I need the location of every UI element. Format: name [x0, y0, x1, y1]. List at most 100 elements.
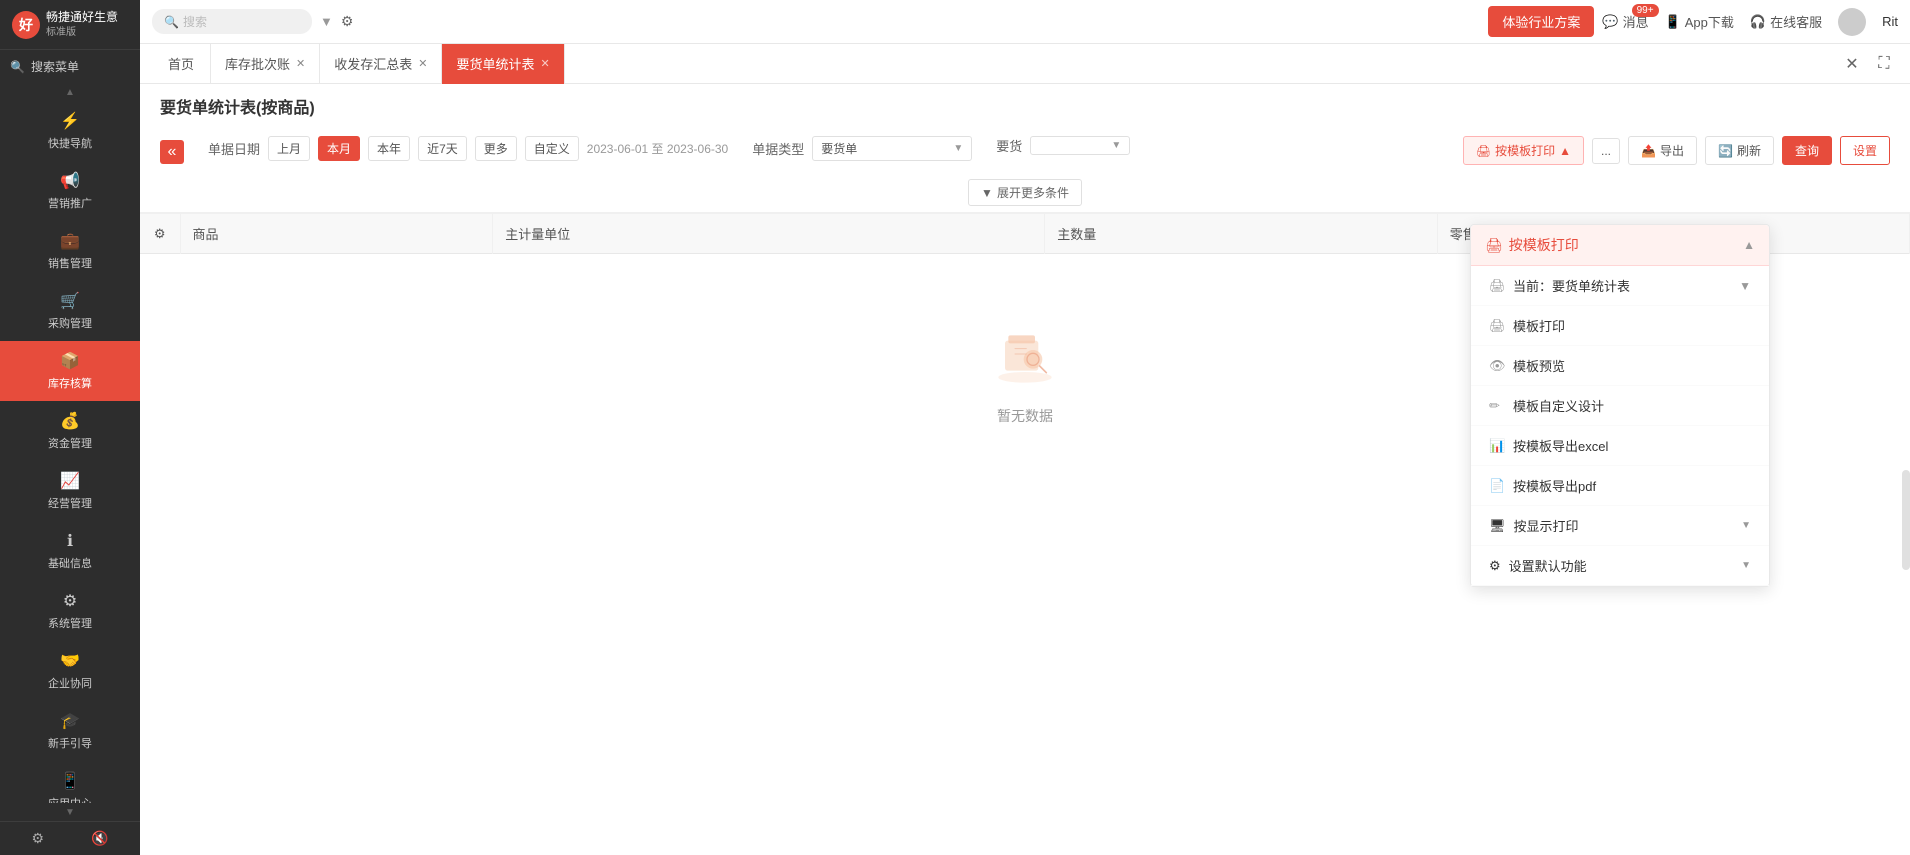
dropdown-current-item[interactable]: 🖨 当前：要货单统计表 ▼ [1471, 266, 1769, 306]
dropdown-item-label: 按模板导出excel [1513, 436, 1608, 455]
sidebar-item-purchase[interactable]: 🛒 采购管理 [0, 281, 140, 341]
topbar-gear-icon[interactable]: ⚙ [341, 13, 354, 30]
online-service-button[interactable]: 🎧 在线客服 [1750, 12, 1822, 31]
sidebar-item-label: 资金管理 [48, 435, 92, 451]
tab-close-icon[interactable]: ✕ [296, 57, 305, 70]
sidebar-item-label: 经营管理 [48, 495, 92, 511]
type-dropdown-text: 要货单 [821, 140, 857, 157]
finance-icon: 💰 [60, 411, 80, 431]
settings-col-icon[interactable]: ⚙ [154, 226, 166, 241]
topbar-search-placeholder: 搜索 [183, 13, 207, 30]
dropdown-item-set-default[interactable]: ⚙ 设置默认功能 ▼ [1471, 546, 1769, 586]
window-expand-button[interactable]: ⛶ [1870, 50, 1898, 78]
dropdown-item-export-excel[interactable]: 📊 按模板导出excel [1471, 426, 1769, 466]
purchase-icon: 🛒 [60, 291, 80, 311]
sidebar-item-label: 采购管理 [48, 315, 92, 331]
export-pdf-icon: 📄 [1489, 478, 1505, 494]
messages-button[interactable]: 💬 消息 99+ [1602, 12, 1648, 31]
print-arrow-icon: ▲ [1559, 144, 1571, 158]
col-quantity-label: 主数量 [1057, 227, 1096, 242]
sidebar-item-sales[interactable]: 💼 销售管理 [0, 221, 140, 281]
export-button[interactable]: 📤 导出 [1628, 136, 1697, 165]
dropdown-collapse-icon[interactable]: ▲ [1743, 238, 1755, 252]
date-btn-last-month[interactable]: 上月 [268, 136, 310, 161]
date-btn-current-month[interactable]: 本月 [318, 136, 360, 161]
display-print-icon: 🖥 [1489, 518, 1506, 534]
more-actions-button[interactable]: ... [1592, 138, 1620, 164]
message-icon: 💬 [1602, 14, 1618, 30]
date-btn-more[interactable]: 更多 [475, 136, 517, 161]
refresh-btn-label: 刷新 [1737, 142, 1761, 159]
dropdown-item-display-print[interactable]: 🖥 按显示打印 ▼ [1471, 506, 1769, 546]
date-filter-group: 单据日期 上月 本月 本年 近7天 更多 自定义 2023-06-01 至 20… [208, 136, 728, 161]
sidebar-search-item[interactable]: 🔍 搜索菜单 [0, 50, 140, 83]
sidebar-item-enterprise[interactable]: 🤝 企业协同 [0, 641, 140, 701]
sidebar-item-quick-nav[interactable]: ⚡ 快捷导航 [0, 101, 140, 161]
tab-stock-summary[interactable]: 收发存汇总表 ✕ [320, 44, 442, 84]
export-icon: 📤 [1641, 144, 1656, 158]
right-scrollbar[interactable] [1902, 470, 1910, 570]
date-filter-label: 单据日期 [208, 139, 260, 158]
expand-conditions-button[interactable]: ▼ 展开更多条件 [968, 179, 1082, 206]
setting-button[interactable]: 设置 [1840, 136, 1890, 165]
print-dropdown-menu: 🖨 按模板打印 ▲ 🖨 当前：要货单统计表 ▼ 🖨 模板打印 👁 模板 [1470, 224, 1770, 587]
req-goods-dropdown[interactable]: ▼ [1030, 136, 1130, 155]
sidebar-item-operations[interactable]: 📈 经营管理 [0, 461, 140, 521]
logo-text: 畅捷通好生意 标准版 [46, 10, 118, 39]
sound-bottom-icon[interactable]: 🔇 [91, 830, 108, 847]
sidebar-item-inventory[interactable]: 📦 库存核算 [0, 341, 140, 401]
template-design-icon: ✏ [1489, 398, 1505, 414]
tab-inventory-batch[interactable]: 库存批次账 ✕ [211, 44, 320, 84]
expand-icon: ▼ [981, 186, 993, 200]
dropdown-item-template-design[interactable]: ✏ 模板自定义设计 [1471, 386, 1769, 426]
sidebar-item-finance[interactable]: 💰 资金管理 [0, 401, 140, 461]
topbar-right: 💬 消息 99+ 📱 App下载 🎧 在线客服 Rit [1602, 8, 1898, 36]
type-filter-label: 单据类型 [752, 139, 804, 158]
tab-home[interactable]: 首页 [152, 44, 211, 84]
industry-solution-button[interactable]: 体验行业方案 [1488, 6, 1594, 37]
tab-close-icon[interactable]: ✕ [418, 57, 427, 70]
main-area: 🔍 搜索 ▼ ⚙ 体验行业方案 💬 消息 99+ 📱 App下载 🎧 在线客服 … [140, 0, 1910, 855]
window-close-button[interactable]: ✕ [1838, 50, 1866, 78]
date-btn-7days[interactable]: 近7天 [418, 136, 467, 161]
date-btn-custom[interactable]: 自定义 [525, 136, 579, 161]
empty-state-text: 暂无数据 [997, 406, 1053, 426]
dots-label: ... [1601, 144, 1611, 158]
set-default-left: ⚙ 设置默认功能 [1489, 556, 1587, 575]
col-unit-label: 主计量单位 [505, 227, 570, 242]
sidebar: 好 畅捷通好生意 标准版 🔍 搜索菜单 ▲ ⚡ 快捷导航 📢 营销推广 💼 销售… [0, 0, 140, 855]
sidebar-item-basic-info[interactable]: ℹ 基础信息 [0, 521, 140, 581]
print-template-button[interactable]: 🖨 按模板打印 ▲ [1463, 136, 1584, 165]
app-download-button[interactable]: 📱 App下载 [1665, 12, 1734, 31]
topbar-dropdown-icon[interactable]: ▼ [320, 14, 333, 29]
dropdown-item-export-pdf[interactable]: 📄 按模板导出pdf [1471, 466, 1769, 506]
tab-close-active-icon[interactable]: ✕ [541, 57, 550, 70]
app-center-icon: 📱 [60, 771, 80, 791]
sidebar-item-newbie[interactable]: 🎓 新手引导 [0, 701, 140, 761]
refresh-button[interactable]: 🔄 刷新 [1705, 136, 1774, 165]
query-button[interactable]: 查询 [1782, 136, 1832, 165]
settings-bottom-icon[interactable]: ⚙ [32, 830, 45, 847]
quick-nav-icon: ⚡ [60, 111, 80, 131]
page-content: 要货单统计表(按商品) « 单据日期 上月 本月 本年 近7天 更多 [140, 84, 1910, 855]
user-avatar[interactable] [1838, 8, 1866, 36]
set-default-label: 设置默认功能 [1509, 556, 1587, 575]
sidebar-item-system[interactable]: ⚙ 系统管理 [0, 581, 140, 641]
dropdown-item-template-print[interactable]: 🖨 模板打印 [1471, 306, 1769, 346]
col-checkbox[interactable]: ⚙ [140, 214, 180, 254]
collapse-toggle-button[interactable]: « [160, 140, 184, 164]
sidebar-item-app-center[interactable]: 📱 应用中心 [0, 761, 140, 803]
sidebar-scroll-up[interactable]: ▲ [0, 83, 140, 101]
export-btn-label: 导出 [1660, 142, 1684, 159]
topbar-search[interactable]: 🔍 搜索 [152, 9, 312, 34]
date-btn-current-year[interactable]: 本年 [368, 136, 410, 161]
expand-btn-label: 展开更多条件 [997, 184, 1069, 201]
dropdown-item-template-preview[interactable]: 👁 模板预览 [1471, 346, 1769, 386]
export-excel-icon: 📊 [1489, 438, 1505, 454]
tab-order-stats[interactable]: 要货单统计表 ✕ [442, 44, 564, 84]
col-product: 商品 [180, 214, 493, 254]
display-print-label: 按显示打印 [1514, 516, 1579, 535]
type-dropdown[interactable]: 要货单 ▼ [812, 136, 972, 161]
sidebar-scroll-down[interactable]: ▼ [0, 803, 140, 821]
sidebar-item-marketing[interactable]: 📢 营销推广 [0, 161, 140, 221]
